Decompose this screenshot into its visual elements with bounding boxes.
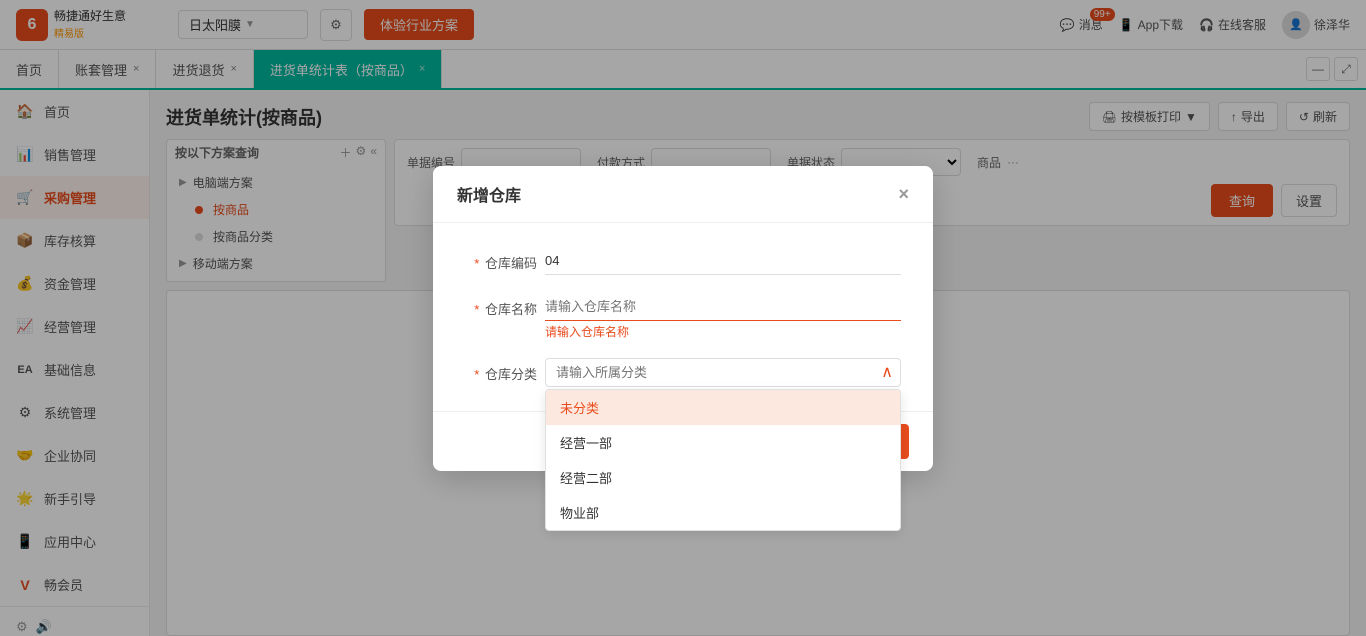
code-label: * 仓库编码 [465, 247, 545, 272]
modal-overlay: 新增仓库 × * 仓库编码 * 仓库名称 [0, 0, 1366, 636]
dropdown-item-2[interactable]: 经营二部 [546, 460, 900, 495]
dropdown-item-3[interactable]: 物业部 [546, 495, 900, 530]
code-input[interactable] [545, 247, 901, 275]
code-input-wrapper [545, 247, 901, 275]
dropdown-item-0[interactable]: 未分类 [546, 390, 900, 425]
new-warehouse-modal: 新增仓库 × * 仓库编码 * 仓库名称 [433, 166, 933, 471]
name-input-wrapper: 请输入仓库名称 [545, 293, 901, 340]
category-select-wrapper: ∧ [545, 358, 901, 387]
dropdown-item-1[interactable]: 经营一部 [546, 425, 900, 460]
category-required-star: * [474, 367, 479, 382]
category-label: * 仓库分类 [465, 358, 545, 383]
name-row: * 仓库名称 请输入仓库名称 [465, 293, 901, 340]
name-label: * 仓库名称 [465, 293, 545, 318]
code-row: * 仓库编码 [465, 247, 901, 275]
category-input-wrapper: ∧ 未分类 经营一部 经营二部 物业部 [545, 358, 901, 387]
modal-title: 新增仓库 [457, 182, 521, 206]
modal-header: 新增仓库 × [433, 166, 933, 223]
category-row: * 仓库分类 ∧ 未分类 经营一部 经营二部 物业部 [465, 358, 901, 387]
category-input[interactable] [545, 358, 901, 387]
name-input[interactable] [545, 293, 901, 321]
category-dropdown: 未分类 经营一部 经营二部 物业部 [545, 389, 901, 531]
name-required-star: * [474, 302, 479, 317]
name-error-text: 请输入仓库名称 [545, 323, 901, 340]
modal-close-btn[interactable]: × [898, 185, 909, 203]
code-required-star: * [474, 256, 479, 271]
modal-body: * 仓库编码 * 仓库名称 请输入仓库名称 [433, 223, 933, 411]
